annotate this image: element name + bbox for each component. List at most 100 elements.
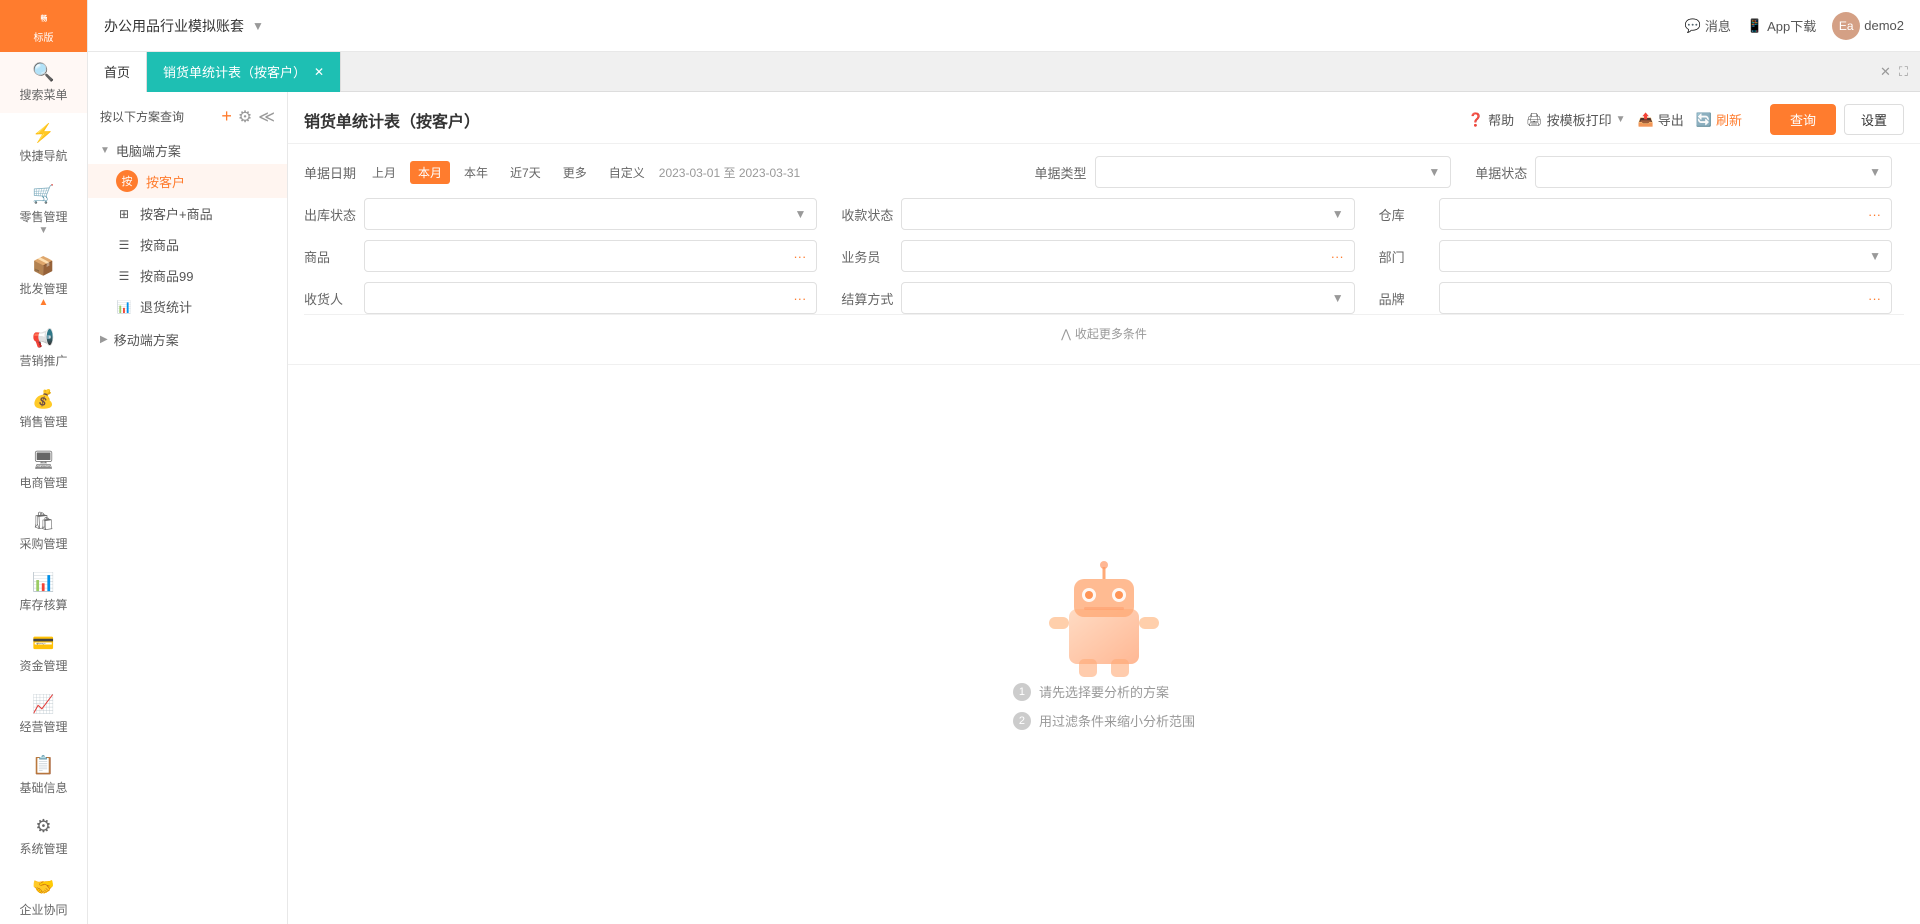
date-btn-this-month[interactable]: 本月 [410,161,450,184]
breadcrumb-arrow[interactable]: ▼ [252,19,264,33]
sidebar-item-quicknav[interactable]: ⚡ 快捷导航 [0,113,87,174]
scheme-item-by-goods-99[interactable]: ☰ 按商品99 [88,260,287,291]
date-filter-options: 上月 本月 本年 近7天 更多 自定义 2023-03-01 至 2023-03… [364,161,999,184]
salesperson-control[interactable]: ··· [901,240,1354,272]
collapse-scheme-btn[interactable]: ≪ [258,107,275,127]
salesperson-dots[interactable]: ··· [1331,249,1344,264]
salesperson-label: 业务员 [841,247,901,266]
empty-tip-2: 2 用过滤条件来缩小分析范围 [1013,711,1195,730]
add-scheme-btn[interactable]: + [221,106,232,127]
scheme-item-return-stats[interactable]: 📊 退货统计 [88,291,287,322]
date-btn-more[interactable]: 更多 [555,161,595,184]
sidebar-cooperation-label: 企业协同 [19,901,67,918]
scheme-group-mobile-title[interactable]: ▶ 移动端方案 [88,326,287,353]
help-label: 帮助 [1488,110,1514,129]
refresh-btn[interactable]: 🔄 刷新 [1696,110,1742,129]
username-label: demo2 [1864,18,1904,33]
empty-robot-icon [1044,559,1164,682]
marketing-icon: 📢 [32,328,54,349]
by-customer-icon: 按 [116,170,138,192]
tab-report[interactable]: 销货单统计表（按客户） ✕ [147,52,341,92]
collapse-up-icon: ⋀ [1061,327,1071,341]
sidebar-item-finance[interactable]: 💳 资金管理 [0,623,87,684]
brand-dots[interactable]: ··· [1868,291,1881,306]
doc-type-control[interactable]: ▼ [1095,156,1452,188]
dept-control[interactable]: ▼ [1439,240,1892,272]
filter-warehouse: 仓库 ··· [1379,198,1892,230]
receiver-control[interactable]: ··· [364,282,817,314]
header-left: 办公用品行业模拟账套 ▼ [104,16,264,36]
sidebar-inventory-label: 库存核算 [19,596,67,613]
sidebar-item-purchase[interactable]: 🛍 采购管理 [0,501,87,562]
return-stats-icon: 📊 [116,299,132,315]
out-status-control[interactable]: ▼ [364,198,817,230]
filter-row-4: 收货人 ··· 结算方式 ▼ 品牌 [304,282,1904,314]
maximize-icon[interactable]: ⛶ [1899,64,1908,80]
scheme-group-pc-title[interactable]: ▼ 电脑端方案 [88,137,287,164]
settle-method-control[interactable]: ▼ [901,282,1354,314]
scheme-item-by-customer-goods[interactable]: ⊞ 按客户+商品 [88,198,287,229]
sidebar-item-sales[interactable]: 💰 销售管理 [0,379,87,440]
sidebar-item-cooperation[interactable]: 🤝 企业协同 [0,867,87,924]
filter-row-2: 出库状态 ▼ 收款状态 ▼ 仓库 [304,198,1904,230]
collect-status-control[interactable]: ▼ [901,198,1354,230]
filter-doc-status: 单据状态 ▼ [1475,156,1892,188]
brand-control[interactable]: ··· [1439,282,1892,314]
filter-salesperson: 业务员 ··· [841,240,1354,272]
date-btn-last-month[interactable]: 上月 [364,161,404,184]
settings-button[interactable]: 设置 [1844,104,1904,135]
sidebar-item-ecommerce[interactable]: 🖥 电商管理 [0,440,87,501]
collapse-label: 收起更多条件 [1075,325,1147,342]
collapse-row: ⋀ 收起更多条件 [304,314,1904,352]
warehouse-dots[interactable]: ··· [1868,207,1881,222]
sidebar-item-system[interactable]: ⚙ 系统管理 [0,806,87,867]
main-area: 办公用品行业模拟账套 ▼ 💬 消息 📱 App下载 Ea demo2 首页 [88,0,1920,924]
tab-home[interactable]: 首页 [88,52,147,92]
collapse-btn[interactable]: ⋀ 收起更多条件 [1049,321,1159,346]
help-icon: ❓ [1468,112,1484,128]
sidebar-purchase-label: 采购管理 [19,535,67,552]
date-label: 单据日期 [304,163,364,182]
tip-text-2: 用过滤条件来缩小分析范围 [1039,711,1195,730]
empty-tip-1: 1 请先选择要分析的方案 [1013,682,1195,701]
date-btn-custom[interactable]: 自定义 [601,161,653,184]
app-download-btn[interactable]: 📱 App下载 [1747,16,1816,35]
sidebar-item-search[interactable]: 🔍 搜索菜单 [0,52,87,113]
sidebar-item-inventory[interactable]: 📊 库存核算 [0,562,87,623]
action-buttons: 查询 设置 [1754,104,1904,135]
date-range-label: 2023-03-01 至 2023-03-31 [659,164,800,181]
by-goods-icon: ☰ [116,237,132,253]
filter-settle-method: 结算方式 ▼ [841,282,1354,314]
avatar: Ea [1832,12,1860,40]
doc-status-control[interactable]: ▼ [1535,156,1892,188]
help-btn[interactable]: ❓ 帮助 [1468,110,1514,129]
warehouse-control[interactable]: ··· [1439,198,1892,230]
filter-area: 单据日期 上月 本月 本年 近7天 更多 自定义 2023-03-01 至 20… [288,144,1920,365]
date-btn-7days[interactable]: 近7天 [502,161,549,184]
wholesale-icon: 📦 [32,256,54,277]
scheme-item-by-customer[interactable]: 按 按客户 [88,164,287,198]
dept-arrow: ▼ [1869,249,1881,263]
goods-dots[interactable]: ··· [793,249,806,264]
out-status-arrow: ▼ [794,207,806,221]
goods-control[interactable]: ··· [364,240,817,272]
sidebar-item-wholesale[interactable]: 📦 批发管理 ▲ [0,246,87,318]
message-btn[interactable]: 💬 消息 [1685,16,1731,35]
query-button[interactable]: 查询 [1770,104,1836,135]
sidebar: 畅 标版 🔍 搜索菜单 ⚡ 快捷导航 🛒 零售管理 ▼ 📦 批发管理 ▲ 📢 营… [0,0,88,924]
user-menu[interactable]: Ea demo2 [1832,12,1904,40]
receiver-dots[interactable]: ··· [793,291,806,306]
settings-scheme-btn[interactable]: ⚙ [238,107,252,127]
close-window-icon[interactable]: ✕ [1880,64,1891,80]
scheme-item-by-goods[interactable]: ☰ 按商品 [88,229,287,260]
tab-close-btn[interactable]: ✕ [314,65,324,79]
sidebar-item-basic[interactable]: 📋 基础信息 [0,745,87,806]
export-btn[interactable]: 📤 导出 [1638,110,1684,129]
date-btn-this-year[interactable]: 本年 [456,161,496,184]
sidebar-item-operations[interactable]: 📈 经营管理 [0,684,87,745]
template-print-btn[interactable]: 🖨 按模板打印 ▼ [1526,110,1625,129]
sidebar-item-marketing[interactable]: 📢 营销推广 [0,318,87,379]
sidebar-item-retail[interactable]: 🛒 零售管理 ▼ [0,174,87,246]
breadcrumb-title: 办公用品行业模拟账套 [104,16,244,36]
search-icon: 🔍 [32,62,54,83]
